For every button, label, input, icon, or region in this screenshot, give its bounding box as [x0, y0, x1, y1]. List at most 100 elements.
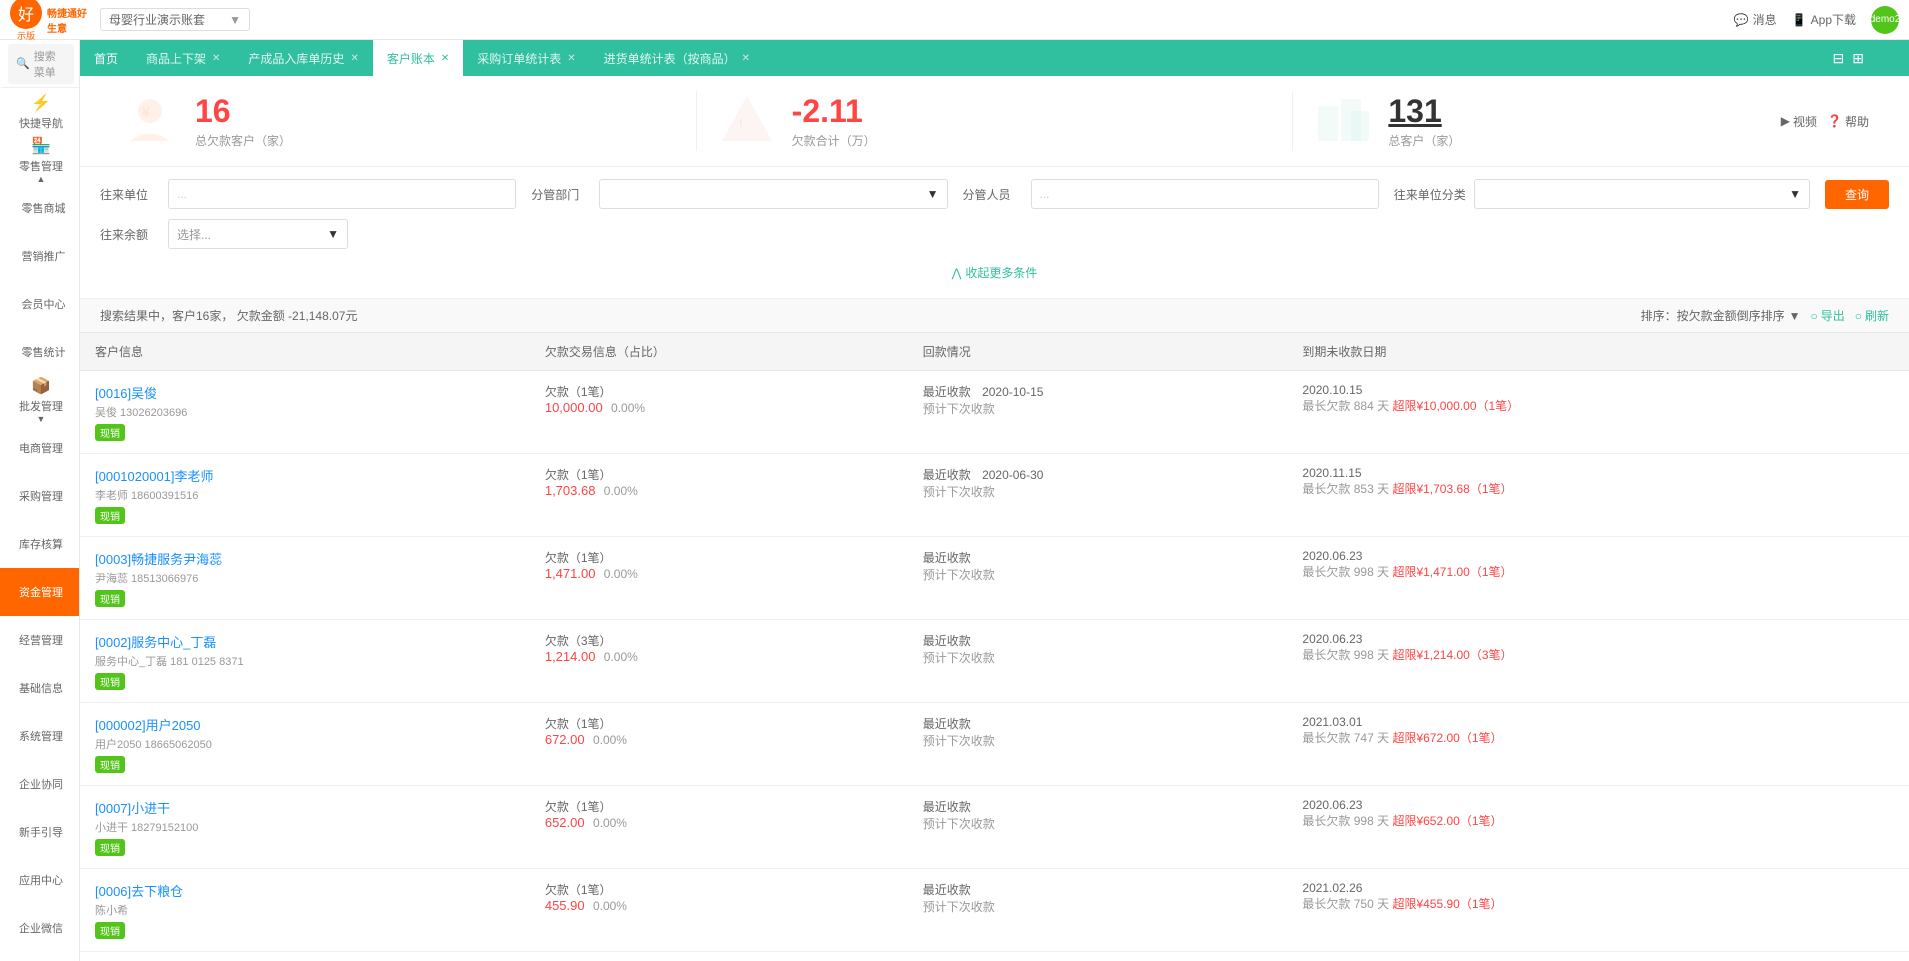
customer-name-6[interactable]: [0006]去下粮仓 — [95, 881, 515, 900]
customer-name-1[interactable]: [0001020001]李老师 — [95, 466, 515, 485]
overdue-amount-1[interactable]: 超限¥1,703.68（1笔） — [1392, 482, 1512, 496]
due-date-4: 2021.03.01 — [1302, 715, 1894, 729]
table-header: 客户信息 欠款交易信息（占比） 回款情况 到期未收款日期 — [80, 333, 1909, 371]
customer-name-0[interactable]: [0016]吴俊 — [95, 383, 515, 402]
sidebar-item-enterprise[interactable]: 企业协同 — [0, 760, 79, 808]
total-customer-count: 131 — [1388, 93, 1765, 130]
tab-maximize-icon[interactable]: ⊞ — [1852, 50, 1864, 67]
sidebar-item-wechat[interactable]: 企业微信 — [0, 904, 79, 952]
table-row: [0007]小进干 小进干 18279152100 现销 欠款（1笔） 652.… — [80, 786, 1909, 869]
cell-customer-3: [0002]服务中心_丁磊 服务中心_丁磊 181 0125 8371 现销 — [80, 620, 530, 703]
cell-payment-0: 最近收款 2020-10-15 预计下次收款 — [908, 371, 1288, 454]
next-payment-0: 预计下次收款 — [923, 400, 1273, 417]
help-btn[interactable]: ❓ 帮助 — [1827, 113, 1869, 130]
filter-dept-select[interactable]: ▼ — [599, 179, 947, 209]
app-download-btn[interactable]: 📱 App下载 — [1792, 11, 1856, 28]
video-btn[interactable]: ▶ 视频 — [1781, 113, 1817, 130]
tab-minimize-icon[interactable]: ⊟ — [1833, 50, 1845, 67]
tab-close-icon[interactable]: ✕ — [441, 53, 449, 64]
tab-close-icon[interactable]: ✕ — [567, 53, 575, 64]
next-payment-6: 预计下次收款 — [923, 898, 1273, 915]
tab-product-listing[interactable]: 商品上下架 ✕ — [132, 40, 234, 76]
message-btn[interactable]: 💬 消息 — [1734, 11, 1777, 28]
tab-customer-ledger[interactable]: 客户账本 ✕ — [373, 40, 463, 76]
total-customer-label: 总客户（家） — [1388, 132, 1765, 149]
content-area: 首页 商品上下架 ✕ 产成品入库单历史 ✕ 客户账本 ✕ 采购订单统计表 ✕ — [80, 40, 1909, 961]
sidebar-search-trigger[interactable]: 🔍 搜索菜单 — [8, 44, 74, 84]
refresh-button[interactable]: ○ 刷新 — [1855, 307, 1889, 324]
filter-balance-select[interactable]: 选择... ▼ — [168, 219, 348, 249]
sidebar-item-system[interactable]: 系统管理 — [0, 712, 79, 760]
tab-close-icon[interactable]: ✕ — [742, 53, 750, 64]
debt-label-6: 欠款（1笔） — [545, 881, 893, 898]
sidebar-item-basic-info[interactable]: 基础信息 — [0, 664, 79, 712]
sidebar-item-wholesale[interactable]: 📦 批发管理 ▼ — [0, 376, 79, 424]
filter-balance: 往来余额 选择... ▼ — [100, 219, 1889, 249]
sidebar-search-area: 🔍 搜索菜单 — [0, 40, 79, 88]
filter-row-2: 往来余额 选择... ▼ — [100, 219, 1889, 249]
debt-amount-5: 652.00 0.00% — [545, 815, 893, 830]
cell-debt-3: 欠款（3笔） 1,214.00 0.00% — [530, 620, 908, 703]
overdue-amount-2[interactable]: 超限¥1,471.00（1笔） — [1392, 565, 1512, 579]
customer-name-3[interactable]: [0002]服务中心_丁磊 — [95, 632, 515, 651]
package-icon: 📦 — [31, 376, 51, 396]
overdue-days-4: 最长欠款 747 天 超限¥672.00（1笔） — [1302, 729, 1894, 746]
user-avatar[interactable]: demo2 — [1871, 6, 1899, 34]
overdue-amount-6[interactable]: 超限¥455.90（1笔） — [1392, 897, 1502, 911]
cell-due-0: 2020.10.15 最长欠款 884 天 超限¥10,000.00（1笔） — [1287, 371, 1909, 454]
overdue-amount-4[interactable]: 超限¥672.00（1笔） — [1392, 731, 1502, 745]
customer-name-5[interactable]: [0007]小进干 — [95, 798, 515, 817]
due-date-5: 2020.06.23 — [1302, 798, 1894, 812]
sidebar-item-app-center[interactable]: 应用中心 — [0, 856, 79, 904]
collapse-button[interactable]: ⋀ 收起更多条件 — [100, 259, 1889, 286]
export-button[interactable]: ○ 导出 — [1810, 307, 1844, 324]
result-actions: 排序：按欠款金额倒序排序 ▼ ○ 导出 ○ 刷新 — [1641, 307, 1889, 324]
debt-total-amount: -2.11 — [792, 93, 1273, 130]
cell-debt-5: 欠款（1笔） 652.00 0.00% — [530, 786, 908, 869]
tab-close-icon[interactable]: ✕ — [212, 53, 220, 64]
due-date-3: 2020.06.23 — [1302, 632, 1894, 646]
sidebar-item-operation[interactable]: 经营管理 — [0, 616, 79, 664]
sidebar-item-finance[interactable]: 资金管理 — [0, 568, 79, 616]
cell-debt-6: 欠款（1笔） 455.90 0.00% — [530, 869, 908, 952]
sidebar-item-marketing[interactable]: 营销推广 — [0, 232, 79, 280]
sidebar-item-quick-nav[interactable]: ⚡ 快捷导航 — [0, 88, 79, 136]
sidebar-item-ecommerce[interactable]: 电商管理 — [0, 424, 79, 472]
sort-select[interactable]: 排序：按欠款金额倒序排序 ▼ — [1641, 307, 1801, 324]
tab-home[interactable]: 首页 — [80, 40, 132, 76]
customer-name-2[interactable]: [0003]畅捷服务尹海蕊 — [95, 549, 515, 568]
filter-unit-input[interactable]: ... — [168, 179, 516, 209]
debt-label-2: 欠款（1笔） — [545, 549, 893, 566]
tab-purchase-history[interactable]: 产成品入库单历史 ✕ — [234, 40, 372, 76]
overdue-amount-0[interactable]: 超限¥10,000.00（1笔） — [1392, 399, 1519, 413]
sidebar-item-retail-mgmt[interactable]: 🏪 零售管理 ▲ — [0, 136, 79, 184]
logo-text: 畅捷通好生意 — [47, 5, 90, 35]
filter-person-input[interactable]: ... — [1031, 179, 1379, 209]
overdue-amount-3[interactable]: 超限¥1,214.00（3笔） — [1392, 648, 1512, 662]
cell-debt-7: 欠款（1笔） 429.00 0.00% — [530, 952, 908, 961]
tab-purchase-order[interactable]: 采购订单统计表 ✕ — [463, 40, 589, 76]
cell-due-2: 2020.06.23 最长欠款 998 天 超限¥1,471.00（1笔） — [1287, 537, 1909, 620]
sidebar-item-retail-store[interactable]: 零售商城 — [0, 184, 79, 232]
sidebar-item-member[interactable]: 会员中心 — [0, 280, 79, 328]
sidebar-item-purchase[interactable]: 采购管理 — [0, 472, 79, 520]
search-button[interactable]: 查询 — [1825, 180, 1889, 209]
sidebar-item-retail-stats[interactable]: 零售统计 — [0, 328, 79, 376]
tab-purchase-stats[interactable]: 进货单统计表（按商品） ✕ — [590, 40, 764, 76]
customer-name-4[interactable]: [000002]用户2050 — [95, 715, 515, 734]
sidebar-item-guide[interactable]: 新手引导 — [0, 808, 79, 856]
tab-close-icon[interactable]: ✕ — [350, 53, 358, 64]
search-icon: 🔍 — [16, 57, 30, 70]
col-due-date: 到期未收款日期 — [1287, 333, 1909, 371]
debt-customer-icon: ¥ — [120, 91, 180, 151]
collapse-up-icon: ⋀ — [952, 266, 962, 280]
sidebar-item-member-plus[interactable]: 畅会员 — [0, 952, 79, 961]
sidebar-item-inventory[interactable]: 库存核算 — [0, 520, 79, 568]
last-payment-0: 最近收款 2020-10-15 — [923, 383, 1273, 400]
overdue-amount-5[interactable]: 超限¥652.00（1笔） — [1392, 814, 1502, 828]
filter-category-select[interactable]: ▼ — [1474, 179, 1810, 209]
cell-payment-7: 最近收款 预计下次收款 — [908, 952, 1288, 961]
col-customer-info: 客户信息 — [80, 333, 530, 371]
video-icon: ▶ — [1781, 114, 1790, 128]
industry-select[interactable]: 母婴行业演示账套 ▼ — [100, 8, 250, 31]
